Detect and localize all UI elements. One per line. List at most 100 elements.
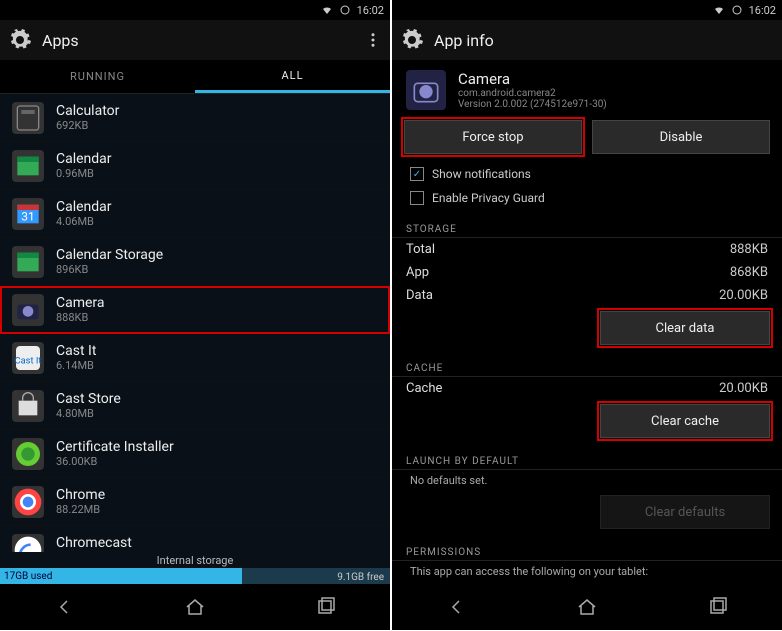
app-list-item[interactable]: Chrome88.22MB <box>0 478 390 526</box>
app-name: Camera <box>56 295 105 311</box>
clear-cache-button[interactable]: Clear cache <box>600 404 770 438</box>
storage-app-label: App <box>406 265 429 280</box>
nav-recent-icon[interactable] <box>705 595 729 619</box>
app-list-item[interactable]: Calendar0.96MB <box>0 142 390 190</box>
nav-bar <box>392 584 782 630</box>
app-version: Version 2.0.002 (274512e971-30) <box>458 99 607 110</box>
app-size: 0.96MB <box>56 167 112 180</box>
storage-data-value: 20.00KB <box>719 288 768 303</box>
app-name: Calendar <box>56 151 112 167</box>
tabs: RUNNING ALL <box>0 60 390 94</box>
nav-back-icon[interactable] <box>445 595 469 619</box>
app-size: 6.14MB <box>56 359 96 372</box>
app-list-item[interactable]: Camera888KB <box>0 286 390 334</box>
app-list-item[interactable]: Certificate Installer36.00KB <box>0 430 390 478</box>
action-bar-title: App info <box>434 31 494 50</box>
section-launch: LAUNCH BY DEFAULT <box>392 450 782 470</box>
status-bar: 16:02 <box>0 0 390 20</box>
section-cache: CACHE <box>392 357 782 377</box>
app-list-item[interactable]: 31Calendar4.06MB <box>0 190 390 238</box>
app-icon <box>12 534 44 553</box>
checkbox-checked-icon: ✓ <box>410 167 424 181</box>
tab-all[interactable]: ALL <box>195 60 390 93</box>
clear-defaults-button: Clear defaults <box>600 495 770 529</box>
wifi-icon <box>713 4 725 16</box>
app-name: Cast Store <box>56 391 121 407</box>
app-size: 36.00KB <box>56 455 174 468</box>
svg-text:Cast It: Cast It <box>15 355 42 366</box>
app-list-item[interactable]: Chromecast4.59MB <box>0 526 390 552</box>
app-size: 88.22MB <box>56 503 105 516</box>
app-name: Chromecast <box>56 535 132 551</box>
app-list-item[interactable]: Cast Store4.80MB <box>0 382 390 430</box>
app-icon <box>12 246 44 278</box>
cache-value: 20.00KB <box>719 381 768 396</box>
circle-icon <box>731 4 743 16</box>
nav-back-icon[interactable] <box>53 595 77 619</box>
show-notifications-checkbox[interactable]: ✓ Show notifications <box>410 162 764 186</box>
status-time: 16:02 <box>357 4 384 17</box>
status-time: 16:02 <box>749 4 776 17</box>
app-size: 692KB <box>56 119 119 132</box>
app-header: Camera com.android.camera2 Version 2.0.0… <box>392 60 782 120</box>
disable-button[interactable]: Disable <box>592 120 770 154</box>
permissions-intro: This app can access the following on you… <box>392 561 782 582</box>
app-package: com.android.camera2 <box>458 88 607 99</box>
app-list-item[interactable]: Calculator692KB <box>0 94 390 142</box>
gear-icon <box>400 28 424 52</box>
storage-total-label: Total <box>406 242 435 257</box>
status-bar: 16:02 <box>392 0 782 20</box>
app-icon <box>12 390 44 422</box>
app-list-item[interactable]: Calendar Storage896KB <box>0 238 390 286</box>
apps-list-screen: 16:02 Apps RUNNING ALL Calculator692KBCa… <box>0 0 390 630</box>
storage-bar-used: 17GB used <box>0 568 242 584</box>
app-icon <box>12 486 44 518</box>
nav-home-icon[interactable] <box>575 595 599 619</box>
svg-text:31: 31 <box>21 209 35 223</box>
app-size: 4.06MB <box>56 215 112 228</box>
tab-running[interactable]: RUNNING <box>0 60 195 93</box>
app-size: 4.80MB <box>56 407 121 420</box>
action-bar: App info <box>392 20 782 60</box>
app-icon <box>12 294 44 326</box>
storage-bar: Internal storage 17GB used 9.1GB free <box>0 552 390 584</box>
app-icon <box>12 438 44 470</box>
storage-data-label: Data <box>406 288 433 303</box>
app-list-item[interactable]: Cast ItCast It6.14MB <box>0 334 390 382</box>
storage-free: 9.1GB free <box>337 572 384 583</box>
storage-app-value: 868KB <box>730 265 768 280</box>
gear-icon <box>8 28 32 52</box>
privacy-guard-checkbox[interactable]: Enable Privacy Guard <box>410 186 764 210</box>
wifi-icon <box>321 4 333 16</box>
cache-label: Cache <box>406 381 442 396</box>
app-info-screen: 16:02 App info Camera com.android.camera… <box>392 0 782 630</box>
circle-icon <box>339 4 351 16</box>
app-list[interactable]: Calculator692KBCalendar0.96MB31Calendar4… <box>0 94 390 552</box>
checkbox-label: Enable Privacy Guard <box>432 191 545 205</box>
storage-total-value: 888KB <box>730 242 768 257</box>
section-storage: STORAGE <box>392 218 782 238</box>
force-stop-button[interactable]: Force stop <box>404 120 582 154</box>
checkbox-label: Show notifications <box>432 167 531 181</box>
section-permissions: PERMISSIONS <box>392 541 782 561</box>
storage-label: Internal storage <box>157 554 234 567</box>
nav-recent-icon[interactable] <box>313 595 337 619</box>
action-bar-title: Apps <box>42 31 79 50</box>
app-name: Calculator <box>56 103 119 119</box>
overflow-menu-icon[interactable] <box>364 31 382 49</box>
app-icon: 31 <box>12 198 44 230</box>
nav-home-icon[interactable] <box>183 595 207 619</box>
app-name: Calendar Storage <box>56 247 163 263</box>
app-name: Certificate Installer <box>56 439 174 455</box>
clear-data-button[interactable]: Clear data <box>600 311 770 345</box>
app-icon <box>406 70 446 110</box>
app-name: Cast It <box>56 343 96 359</box>
app-size: 896KB <box>56 263 163 276</box>
app-name: Camera <box>458 70 607 88</box>
checkbox-unchecked-icon <box>410 191 424 205</box>
app-icon <box>12 102 44 134</box>
app-icon: Cast It <box>12 342 44 374</box>
app-icon <box>12 150 44 182</box>
app-name: Chrome <box>56 487 105 503</box>
nav-bar <box>0 584 390 630</box>
